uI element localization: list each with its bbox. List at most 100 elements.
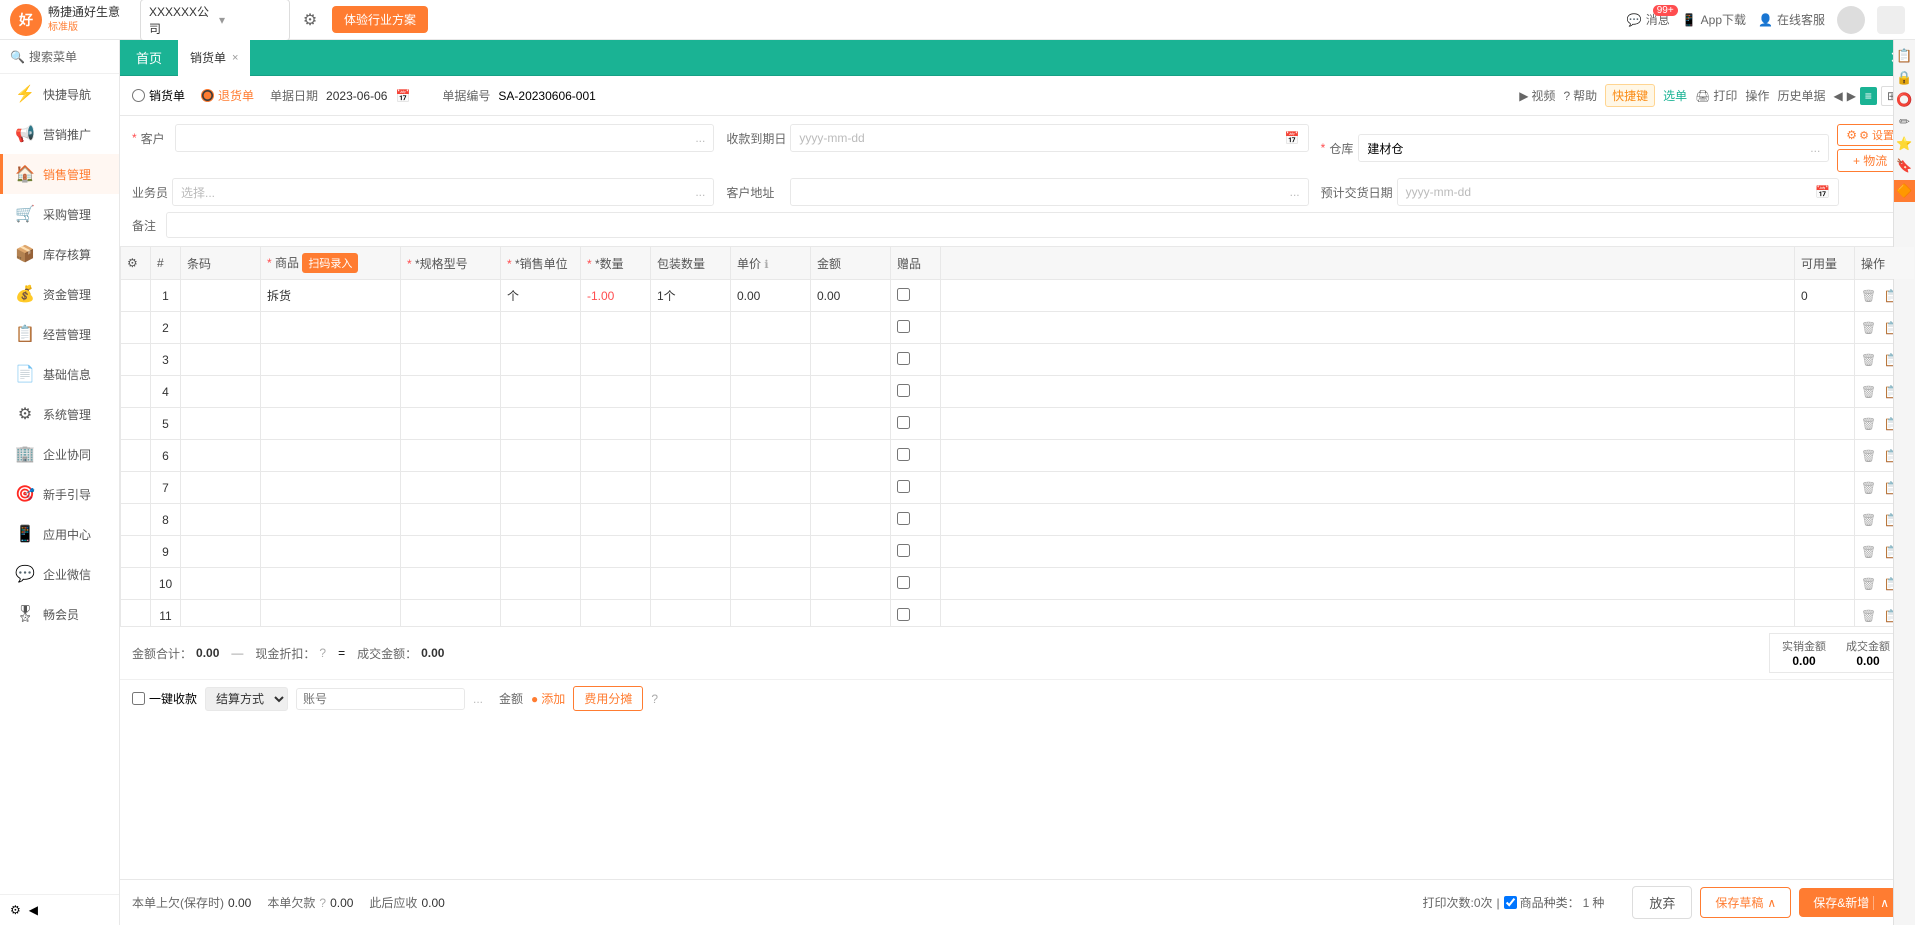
cell-remark-9[interactable] bbox=[941, 568, 1795, 600]
delete-row-5[interactable]: 🗑 bbox=[1861, 449, 1876, 463]
delete-row-1[interactable]: 🗑 bbox=[1861, 321, 1876, 335]
cell-qty-2[interactable] bbox=[581, 344, 651, 376]
save-new-split-icon[interactable]: ∧ bbox=[1873, 896, 1889, 910]
cell-remark-7[interactable] bbox=[941, 504, 1795, 536]
cell-price-6[interactable] bbox=[731, 472, 811, 504]
overdue-help-icon[interactable]: ? bbox=[319, 896, 326, 910]
cell-spec-1[interactable] bbox=[401, 312, 501, 344]
cell-barcode-0[interactable] bbox=[181, 280, 261, 312]
cell-goods-8[interactable] bbox=[261, 536, 401, 568]
rp-icon-7[interactable]: 🔶 bbox=[1894, 180, 1915, 202]
delete-row-6[interactable]: 🗑 bbox=[1861, 481, 1876, 495]
cell-barcode-6[interactable] bbox=[181, 472, 261, 504]
cell-spec-8[interactable] bbox=[401, 536, 501, 568]
sidebar-search[interactable]: 🔍 搜索菜单 bbox=[0, 40, 119, 74]
cell-barcode-8[interactable] bbox=[181, 536, 261, 568]
cell-price-8[interactable] bbox=[731, 536, 811, 568]
collapse-icon[interactable]: ◀ bbox=[29, 903, 38, 917]
rp-icon-5[interactable]: ⭐ bbox=[1896, 136, 1912, 152]
rp-icon-2[interactable]: 🔒 bbox=[1896, 70, 1912, 86]
messages-button[interactable]: 💬 消息 99+ bbox=[1627, 11, 1670, 28]
cell-price-7[interactable] bbox=[731, 504, 811, 536]
sidebar-item-purchase[interactable]: 🛒 采购管理 bbox=[0, 194, 119, 234]
cell-goods-9[interactable] bbox=[261, 568, 401, 600]
cell-price-9[interactable] bbox=[731, 568, 811, 600]
cell-unit-2[interactable] bbox=[501, 344, 581, 376]
delete-row-2[interactable]: 🗑 bbox=[1861, 353, 1876, 367]
one-click-payment-checkbox[interactable]: 一键收款 bbox=[132, 690, 197, 707]
save-new-button[interactable]: 保存&新增 ∧ bbox=[1799, 888, 1903, 917]
salesperson-input[interactable]: 选择... ... bbox=[172, 178, 714, 206]
cell-price-0[interactable]: 0.00 bbox=[731, 280, 811, 312]
remarks-input[interactable] bbox=[166, 212, 1903, 238]
rp-icon-1[interactable]: 📋 bbox=[1896, 48, 1912, 64]
cell-price-4[interactable] bbox=[731, 408, 811, 440]
cell-spec-0[interactable] bbox=[401, 280, 501, 312]
cell-amount-9[interactable] bbox=[811, 568, 891, 600]
sidebar-item-marketing[interactable]: 📢 营销推广 bbox=[0, 114, 119, 154]
cell-pack-8[interactable] bbox=[651, 536, 731, 568]
cell-barcode-9[interactable] bbox=[181, 568, 261, 600]
sale-order-radio[interactable]: 销货单 bbox=[132, 87, 185, 104]
cell-amount-7[interactable] bbox=[811, 504, 891, 536]
receive-date-input[interactable]: yyyy-mm-dd 📅 bbox=[790, 124, 1308, 152]
sidebar-item-enterprise[interactable]: 🏢 企业协同 bbox=[0, 434, 119, 474]
cell-remark-10[interactable] bbox=[941, 600, 1795, 627]
tab-close-icon[interactable]: × bbox=[232, 52, 238, 64]
cell-goods-4[interactable] bbox=[261, 408, 401, 440]
delete-row-9[interactable]: 🗑 bbox=[1861, 577, 1876, 591]
payment-help-icon[interactable]: ? bbox=[651, 692, 658, 706]
cell-price-1[interactable] bbox=[731, 312, 811, 344]
print-button[interactable]: 🖨 打印 bbox=[1695, 87, 1737, 104]
sidebar-item-system[interactable]: ⚙ 系统管理 bbox=[0, 394, 119, 434]
cell-goods-6[interactable] bbox=[261, 472, 401, 504]
cell-price-3[interactable] bbox=[731, 376, 811, 408]
cell-qty-1[interactable] bbox=[581, 312, 651, 344]
cell-unit-4[interactable] bbox=[501, 408, 581, 440]
return-order-radio[interactable]: 退货单 bbox=[201, 87, 254, 104]
calendar-delivery-icon[interactable]: 📅 bbox=[1815, 185, 1830, 199]
cell-amount-0[interactable]: 0.00 bbox=[811, 280, 891, 312]
cell-amount-1[interactable] bbox=[811, 312, 891, 344]
calendar-receive-icon[interactable]: 📅 bbox=[1285, 131, 1300, 145]
cell-price-2[interactable] bbox=[731, 344, 811, 376]
cell-spec-4[interactable] bbox=[401, 408, 501, 440]
cell-qty-5[interactable] bbox=[581, 440, 651, 472]
sidebar-item-sales[interactable]: 🏠 销售管理 bbox=[0, 154, 119, 194]
cell-spec-7[interactable] bbox=[401, 504, 501, 536]
cell-qty-9[interactable] bbox=[581, 568, 651, 600]
cell-qty-4[interactable] bbox=[581, 408, 651, 440]
rp-icon-3[interactable]: ⭕ bbox=[1896, 92, 1912, 108]
cell-gift-4[interactable] bbox=[891, 408, 941, 440]
cell-remark-1[interactable] bbox=[941, 312, 1795, 344]
cell-spec-6[interactable] bbox=[401, 472, 501, 504]
th-setting[interactable]: ⚙ bbox=[121, 247, 151, 280]
cell-amount-6[interactable] bbox=[811, 472, 891, 504]
cell-price-10[interactable] bbox=[731, 600, 811, 627]
cell-goods-0[interactable]: 拆货 bbox=[261, 280, 401, 312]
cell-gift-10[interactable] bbox=[891, 600, 941, 627]
sidebar-item-operations[interactable]: 📋 经营管理 bbox=[0, 314, 119, 354]
sidebar-item-inventory[interactable]: 📦 库存核算 bbox=[0, 234, 119, 274]
online-support-button[interactable]: 👤 在线客服 bbox=[1758, 11, 1825, 28]
cell-pack-9[interactable] bbox=[651, 568, 731, 600]
cell-goods-1[interactable] bbox=[261, 312, 401, 344]
cell-pack-7[interactable] bbox=[651, 504, 731, 536]
cell-unit-9[interactable] bbox=[501, 568, 581, 600]
cell-amount-3[interactable] bbox=[811, 376, 891, 408]
prev-nav-icon[interactable]: ◀ bbox=[1833, 89, 1842, 103]
delete-row-10[interactable]: 🗑 bbox=[1861, 609, 1876, 623]
cell-pack-10[interactable] bbox=[651, 600, 731, 627]
cell-barcode-10[interactable] bbox=[181, 600, 261, 627]
delete-row-0[interactable]: 🗑 bbox=[1861, 289, 1876, 303]
cell-barcode-4[interactable] bbox=[181, 408, 261, 440]
cell-goods-10[interactable] bbox=[261, 600, 401, 627]
cell-barcode-2[interactable] bbox=[181, 344, 261, 376]
cell-goods-5[interactable] bbox=[261, 440, 401, 472]
cell-qty-10[interactable] bbox=[581, 600, 651, 627]
rp-icon-4[interactable]: ✏ bbox=[1899, 114, 1910, 130]
cell-gift-5[interactable] bbox=[891, 440, 941, 472]
help-discount-icon[interactable]: ? bbox=[319, 646, 326, 660]
cell-pack-3[interactable] bbox=[651, 376, 731, 408]
cell-gift-8[interactable] bbox=[891, 536, 941, 568]
